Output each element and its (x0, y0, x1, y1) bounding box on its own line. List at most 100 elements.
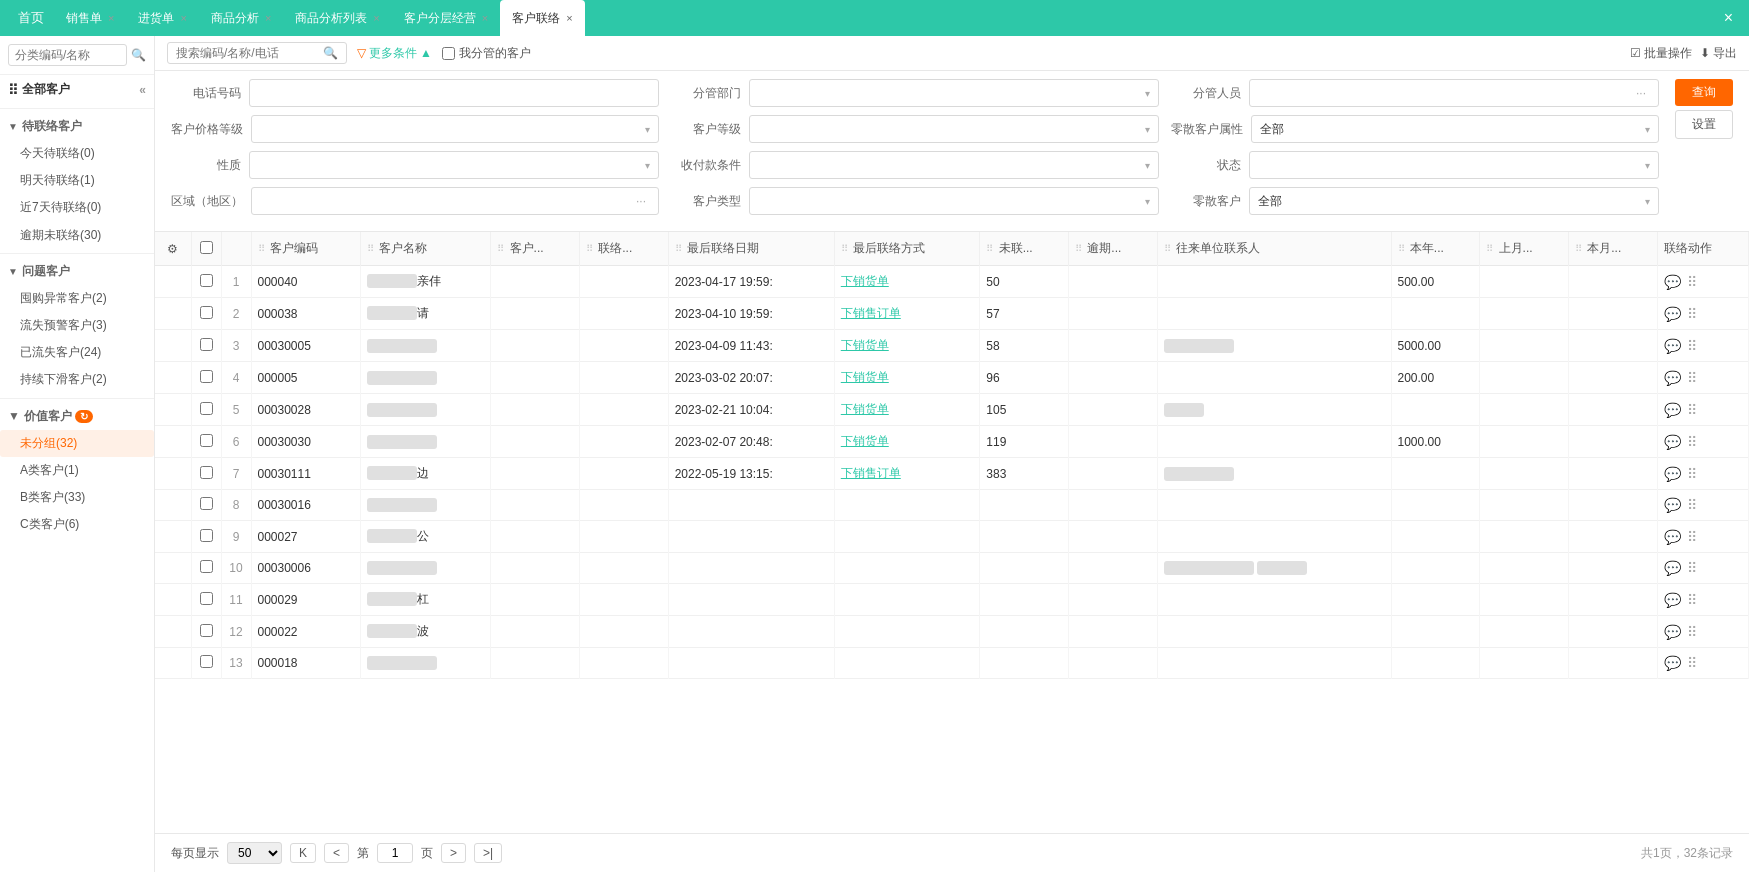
retail-attr-select[interactable]: 全部 ▾ (1251, 115, 1659, 143)
batch-operation-button[interactable]: ☑ 批量操作 (1630, 45, 1692, 62)
row-checkbox[interactable] (200, 655, 213, 668)
search-box[interactable]: 🔍 (167, 42, 347, 64)
nature-select[interactable]: ▾ (249, 151, 659, 179)
close-icon[interactable]: × (108, 12, 114, 24)
grid-action-icon[interactable]: ⠿ (1687, 338, 1697, 354)
grid-action-icon[interactable]: ⠿ (1687, 592, 1697, 608)
row-checkbox[interactable] (200, 338, 213, 351)
sidebar-item-churn-warning[interactable]: 流失预警客户(3) (0, 312, 154, 339)
cell-checkbox[interactable] (191, 426, 221, 458)
grid-action-icon[interactable]: ⠿ (1687, 370, 1697, 386)
select-all-checkbox[interactable] (200, 241, 213, 254)
category-search-input[interactable] (8, 44, 127, 66)
contact-way-link[interactable]: 下销货单 (841, 402, 889, 416)
grid-action-icon[interactable]: ⠿ (1687, 306, 1697, 322)
message-icon[interactable]: 💬 (1664, 306, 1681, 322)
reset-button[interactable]: 设置 (1675, 110, 1733, 139)
row-checkbox[interactable] (200, 466, 213, 479)
column-not-contacted[interactable]: ⠿ 未联... (980, 232, 1069, 266)
payment-select[interactable]: ▾ (749, 151, 1159, 179)
customer-type-select[interactable]: ▾ (749, 187, 1159, 215)
page-input[interactable] (377, 843, 413, 863)
contact-way-link[interactable]: 下销售订单 (841, 306, 901, 320)
contact-way-link[interactable]: 下销货单 (841, 274, 889, 288)
my-customers-filter[interactable]: 我分管的客户 (442, 45, 531, 62)
tab-customer-contact[interactable]: 客户联络 × (500, 0, 584, 36)
grid-action-icon[interactable]: ⠿ (1687, 402, 1697, 418)
row-checkbox[interactable] (200, 529, 213, 542)
column-last-contact-date[interactable]: ⠿ 最后联络日期 (668, 232, 834, 266)
message-icon[interactable]: 💬 (1664, 497, 1681, 513)
column-contact[interactable]: ⠿ 联络... (579, 232, 668, 266)
message-icon[interactable]: 💬 (1664, 592, 1681, 608)
message-icon[interactable]: 💬 (1664, 560, 1681, 576)
first-page-button[interactable]: K (290, 843, 316, 863)
column-overdue[interactable]: ⠿ 逾期... (1069, 232, 1158, 266)
grid-action-icon[interactable]: ⠿ (1687, 560, 1697, 576)
message-icon[interactable]: 💬 (1664, 655, 1681, 671)
tab-product-analysis[interactable]: 商品分析 × (199, 0, 283, 36)
next-page-button[interactable]: > (441, 843, 466, 863)
contact-way-link[interactable]: 下销货单 (841, 434, 889, 448)
region-select[interactable]: ··· (251, 187, 659, 215)
column-code[interactable]: ⠿ 客户编码 (251, 232, 361, 266)
search-icon[interactable]: 🔍 (323, 46, 338, 60)
retail-customer-select[interactable]: 全部 ▾ (1249, 187, 1659, 215)
cell-checkbox[interactable] (191, 362, 221, 394)
prev-page-button[interactable]: < (324, 843, 349, 863)
row-checkbox[interactable] (200, 370, 213, 383)
manager-select[interactable]: ··· (1249, 79, 1659, 107)
row-checkbox[interactable] (200, 306, 213, 319)
home-tab[interactable]: 首页 (8, 0, 54, 36)
sidebar-item-7day-pending[interactable]: 近7天待联络(0) (0, 194, 154, 221)
cell-checkbox[interactable] (191, 330, 221, 362)
grid-action-icon[interactable]: ⠿ (1687, 497, 1697, 513)
cell-checkbox[interactable] (191, 490, 221, 521)
message-icon[interactable]: 💬 (1664, 434, 1681, 450)
window-close-button[interactable]: × (1716, 9, 1741, 27)
column-this-year[interactable]: ⠿ 本年... (1391, 232, 1480, 266)
close-icon[interactable]: × (180, 12, 186, 24)
message-icon[interactable]: 💬 (1664, 466, 1681, 482)
contact-way-link[interactable]: 下销货单 (841, 338, 889, 352)
sidebar-group-value[interactable]: ▼ 价值客户 ↻ (0, 403, 154, 430)
close-icon[interactable]: × (566, 12, 572, 24)
more-conditions-button[interactable]: ▽ 更多条件 ▲ (357, 45, 432, 62)
column-name[interactable]: ⠿ 客户名称 (361, 232, 491, 266)
sidebar-item-today-pending[interactable]: 今天待联络(0) (0, 140, 154, 167)
cell-checkbox[interactable] (191, 394, 221, 426)
grid-action-icon[interactable]: ⠿ (1687, 466, 1697, 482)
grid-action-icon[interactable]: ⠿ (1687, 434, 1697, 450)
sidebar-item-unclassified[interactable]: 未分组(32) (0, 430, 154, 457)
sidebar-item-churned[interactable]: 已流失客户(24) (0, 339, 154, 366)
message-icon[interactable]: 💬 (1664, 624, 1681, 640)
cell-checkbox[interactable] (191, 584, 221, 616)
cell-checkbox[interactable] (191, 616, 221, 648)
row-checkbox[interactable] (200, 434, 213, 447)
sidebar-item-overdue[interactable]: 逾期未联络(30) (0, 222, 154, 249)
message-icon[interactable]: 💬 (1664, 370, 1681, 386)
contact-way-link[interactable]: 下销货单 (841, 370, 889, 384)
cell-checkbox[interactable] (191, 298, 221, 330)
tab-customer-segment[interactable]: 客户分层经营 × (392, 0, 500, 36)
row-checkbox[interactable] (200, 592, 213, 605)
sidebar-group-problem[interactable]: ▼ 问题客户 (0, 258, 154, 285)
row-checkbox[interactable] (200, 402, 213, 415)
cell-checkbox[interactable] (191, 521, 221, 553)
close-icon[interactable]: × (373, 12, 379, 24)
column-last-contact-way[interactable]: ⠿ 最后联络方式 (834, 232, 980, 266)
status-select[interactable]: ▾ (1249, 151, 1659, 179)
sidebar-item-class-b[interactable]: B类客户(33) (0, 484, 154, 511)
sidebar-item-class-a[interactable]: A类客户(1) (0, 457, 154, 484)
sidebar-item-tomorrow-pending[interactable]: 明天待联络(1) (0, 167, 154, 194)
close-icon[interactable]: × (482, 12, 488, 24)
price-level-select[interactable]: ▾ (251, 115, 659, 143)
column-external-contact[interactable]: ⠿ 往来单位联系人 (1157, 232, 1391, 266)
query-button[interactable]: 查询 (1675, 79, 1733, 106)
column-this-month[interactable]: ⠿ 本月... (1568, 232, 1657, 266)
tab-product-analysis-list[interactable]: 商品分析列表 × (283, 0, 391, 36)
phone-input[interactable] (249, 79, 659, 107)
tab-sales-order[interactable]: 销售单 × (54, 0, 126, 36)
row-checkbox[interactable] (200, 274, 213, 287)
row-checkbox[interactable] (200, 497, 213, 510)
